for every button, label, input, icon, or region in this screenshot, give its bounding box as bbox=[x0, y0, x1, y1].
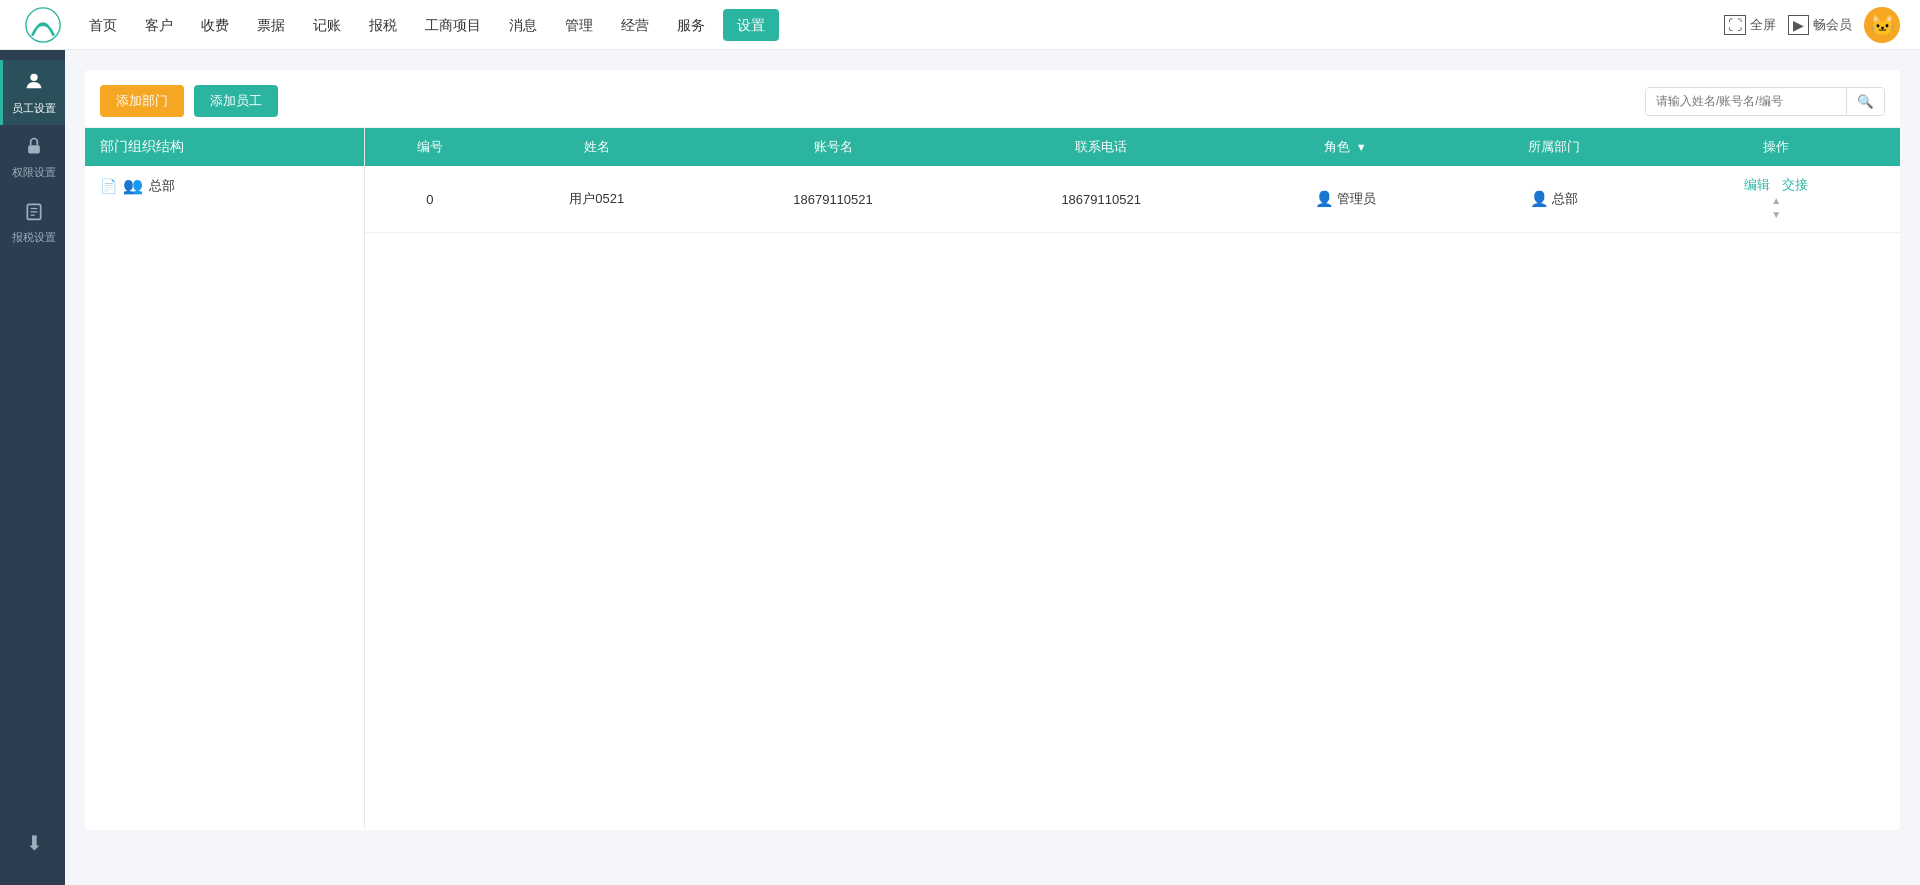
col-account: 账号名 bbox=[699, 128, 967, 166]
add-employee-button[interactable]: 添加员工 bbox=[194, 85, 278, 117]
nav-item-bill[interactable]: 票据 bbox=[243, 0, 299, 50]
cell-role: 👤 管理员 bbox=[1235, 166, 1455, 233]
cell-dept: 👤 总部 bbox=[1455, 166, 1652, 233]
tree-item-root[interactable]: 📄 👥 总部 bbox=[85, 166, 364, 205]
member-btn[interactable]: ▶ 畅会员 bbox=[1788, 15, 1852, 35]
sidebar-bottom: ⬇ bbox=[0, 810, 65, 875]
nav-item-manage[interactable]: 管理 bbox=[551, 0, 607, 50]
nav-item-settings[interactable]: 设置 bbox=[723, 9, 779, 41]
nav-item-fee[interactable]: 收费 bbox=[187, 0, 243, 50]
main-content: 添加部门 添加员工 🔍 部门组织结构 📄 👥 总部 bbox=[65, 50, 1920, 885]
nav-item-business[interactable]: 工商项目 bbox=[411, 0, 495, 50]
col-dept: 所属部门 bbox=[1455, 128, 1652, 166]
dept-label: 总部 bbox=[1552, 190, 1578, 208]
employee-icon bbox=[23, 70, 45, 97]
role-label: 管理员 bbox=[1337, 190, 1376, 208]
nav-item-operation[interactable]: 经营 bbox=[607, 0, 663, 50]
scroll-controls: ▲ ▼ bbox=[1664, 194, 1888, 222]
folder-icon: 📄 bbox=[100, 178, 117, 194]
avatar[interactable]: 🐱 bbox=[1864, 7, 1900, 43]
member-label: 畅会员 bbox=[1813, 16, 1852, 34]
content-panel: 添加部门 添加员工 🔍 部门组织结构 📄 👥 总部 bbox=[85, 70, 1900, 830]
tree-header: 部门组织结构 bbox=[85, 128, 364, 166]
fullscreen-label: 全屏 bbox=[1750, 16, 1776, 34]
sidebar: 员工设置 权限设置 报税设置 ⬇ bbox=[0, 50, 65, 885]
tax-settings-icon bbox=[24, 201, 44, 226]
col-name: 姓名 bbox=[495, 128, 699, 166]
cell-name: 用户0521 bbox=[495, 166, 699, 233]
nav-item-service[interactable]: 服务 bbox=[663, 0, 719, 50]
col-role: 角色 ▼ bbox=[1235, 128, 1455, 166]
table-panel: 编号 姓名 账号名 联系电话 角色 ▼ 所属部门 操作 bbox=[365, 128, 1900, 828]
nav-items: 首页 客户 收费 票据 记账 报税 工商项目 消息 管理 经营 服务 设置 bbox=[75, 0, 1724, 50]
sidebar-item-permission[interactable]: 权限设置 bbox=[0, 125, 65, 190]
sidebar-employee-label: 员工设置 bbox=[12, 101, 56, 116]
search-button[interactable]: 🔍 bbox=[1846, 88, 1884, 115]
nav-item-customer[interactable]: 客户 bbox=[131, 0, 187, 50]
svg-point-3 bbox=[33, 148, 36, 151]
sidebar-item-download[interactable]: ⬇ bbox=[0, 810, 65, 875]
nav-item-message[interactable]: 消息 bbox=[495, 0, 551, 50]
employee-table: 编号 姓名 账号名 联系电话 角色 ▼ 所属部门 操作 bbox=[365, 128, 1900, 233]
sidebar-item-tax-settings[interactable]: 报税设置 bbox=[0, 190, 65, 255]
scroll-up-btn[interactable]: ▲ bbox=[1669, 194, 1883, 208]
cell-account: 18679110521 bbox=[699, 166, 967, 233]
cell-id: 0 bbox=[365, 166, 495, 233]
toolbar: 添加部门 添加员工 🔍 bbox=[85, 70, 1900, 128]
nav-item-tax[interactable]: 报税 bbox=[355, 0, 411, 50]
fullscreen-icon: ⛶ bbox=[1724, 15, 1746, 35]
play-icon: ▶ bbox=[1788, 15, 1809, 35]
col-phone: 联系电话 bbox=[967, 128, 1235, 166]
transfer-button[interactable]: 交接 bbox=[1778, 176, 1812, 194]
nav-item-account[interactable]: 记账 bbox=[299, 0, 355, 50]
dept-user-icon: 👤 bbox=[1530, 190, 1549, 208]
logo bbox=[10, 7, 75, 43]
search-icon: 🔍 bbox=[1857, 94, 1874, 109]
nav-right: ⛶ 全屏 ▶ 畅会员 🐱 bbox=[1724, 7, 1910, 43]
sidebar-item-employee[interactable]: 员工设置 bbox=[0, 60, 65, 125]
lock-icon bbox=[24, 136, 44, 161]
dept-icon: 👥 bbox=[123, 176, 143, 195]
sidebar-tax-label: 报税设置 bbox=[12, 230, 56, 245]
search-input[interactable] bbox=[1646, 88, 1846, 114]
split-layout: 部门组织结构 📄 👥 总部 编号 姓名 账号名 联系电话 bbox=[85, 128, 1900, 828]
filter-icon[interactable]: ▼ bbox=[1356, 141, 1367, 153]
tree-item-label: 总部 bbox=[149, 177, 175, 195]
sidebar-permission-label: 权限设置 bbox=[12, 165, 56, 180]
table-row: 0 用户0521 18679110521 18679110521 👤 管理员 👤… bbox=[365, 166, 1900, 233]
cell-actions: 编辑 交接 ▲ ▼ bbox=[1652, 166, 1900, 233]
role-icon: 👤 bbox=[1315, 190, 1334, 208]
col-id: 编号 bbox=[365, 128, 495, 166]
search-area: 🔍 bbox=[1645, 87, 1885, 116]
nav-item-home[interactable]: 首页 bbox=[75, 0, 131, 50]
download-icon: ⬇ bbox=[26, 831, 43, 855]
tree-panel: 部门组织结构 📄 👥 总部 bbox=[85, 128, 365, 828]
scroll-down-btn[interactable]: ▼ bbox=[1669, 208, 1883, 222]
svg-point-1 bbox=[30, 73, 37, 80]
col-action: 操作 bbox=[1652, 128, 1900, 166]
cell-phone: 18679110521 bbox=[967, 166, 1235, 233]
fullscreen-btn[interactable]: ⛶ 全屏 bbox=[1724, 15, 1776, 35]
add-dept-button[interactable]: 添加部门 bbox=[100, 85, 184, 117]
edit-button[interactable]: 编辑 bbox=[1740, 176, 1774, 194]
top-navigation: 首页 客户 收费 票据 记账 报税 工商项目 消息 管理 经营 服务 设置 ⛶ … bbox=[0, 0, 1920, 50]
table-header-row: 编号 姓名 账号名 联系电话 角色 ▼ 所属部门 操作 bbox=[365, 128, 1900, 166]
